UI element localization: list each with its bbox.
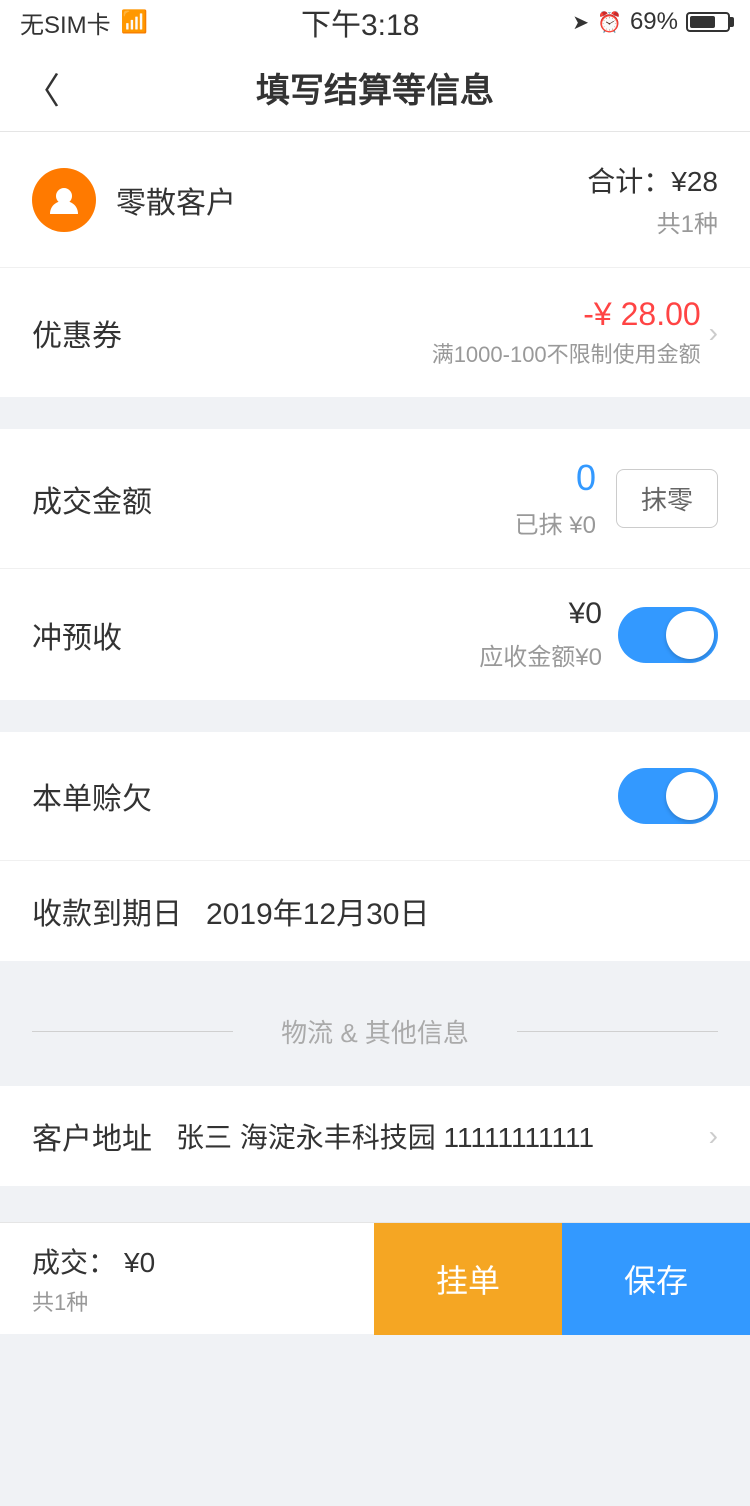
prepay-toggle[interactable] <box>618 607 718 663</box>
deal-amount-value[interactable]: 0 <box>515 457 596 499</box>
prepay-label: 冲预收 <box>32 622 122 655</box>
battery-percent: 69% <box>630 8 678 36</box>
prepay-row: 冲预收 ¥0 应收金额¥0 <box>0 569 750 700</box>
status-bar: 无SIM卡 📶 下午3:18 ➤ ⏰ 69% <box>0 0 750 44</box>
prepay-sub: 应收金额¥0 <box>479 637 602 672</box>
coupon-desc: 满1000-100不限制使用金额 <box>432 337 701 369</box>
bottom-info: 成交： ¥0 共1种 <box>0 1241 374 1317</box>
due-date-value: 2019年12月30日 <box>206 889 429 933</box>
nav-bar: 〈 填写结算等信息 <box>0 44 750 132</box>
deal-amount-card: 成交金额 0 已抹 ¥0 抹零 冲预收 ¥0 <box>0 429 750 700</box>
location-icon: ➤ <box>572 10 589 35</box>
battery-icon <box>686 12 730 32</box>
prepay-amount-block: ¥0 应收金额¥0 <box>479 597 602 672</box>
deal-amount-row: 成交金额 0 已抹 ¥0 抹零 <box>0 429 750 569</box>
debt-toggle-knob <box>666 772 714 820</box>
save-button[interactable]: 保存 <box>562 1223 750 1335</box>
alarm-icon: ⏰ <box>597 10 622 35</box>
back-button[interactable]: 〈 <box>24 62 60 114</box>
header-line-left <box>32 1031 233 1032</box>
deal-amount-right: 0 已抹 ¥0 抹零 <box>515 457 718 540</box>
header-line-right <box>517 1031 718 1032</box>
deal-amount-block: 0 已抹 ¥0 <box>515 457 596 540</box>
debt-card: 本单赊欠 收款到期日 2019年12月30日 <box>0 732 750 961</box>
page-title: 填写结算等信息 <box>256 63 494 112</box>
round-zero-button[interactable]: 抹零 <box>616 469 718 528</box>
status-time: 下午3:18 <box>301 0 419 44</box>
coupon-right: -¥ 28.00 满1000-100不限制使用金额 › <box>432 296 718 369</box>
status-right: ➤ ⏰ 69% <box>572 8 730 36</box>
prepay-right: ¥0 应收金额¥0 <box>479 597 718 672</box>
deal-amount-sub: 已抹 ¥0 <box>515 505 596 540</box>
section-divider-2 <box>0 716 750 732</box>
deal-amount-label: 成交金额 <box>32 477 152 521</box>
status-left: 无SIM卡 📶 <box>20 5 148 40</box>
coupon-value-block: -¥ 28.00 满1000-100不限制使用金额 <box>432 296 701 369</box>
customer-count: 共1种 <box>587 204 718 239</box>
customer-name: 零散客户 <box>116 178 236 222</box>
prepay-block: 冲预收 <box>32 613 122 657</box>
debt-row: 本单赊欠 <box>0 732 750 860</box>
coupon-label: 优惠券 <box>32 311 122 355</box>
debt-toggle[interactable] <box>618 768 718 824</box>
logistics-section: 物流 & 其他信息 <box>0 977 750 1086</box>
customer-card: 零散客户 合计：¥28 共1种 优惠券 -¥ 28.00 满1000-100不限… <box>0 132 750 397</box>
address-chevron-icon: › <box>709 1120 718 1152</box>
customer-row: 零散客户 合计：¥28 共1种 <box>0 132 750 267</box>
prepay-toggle-knob <box>666 611 714 659</box>
address-value: 张三 海淀永丰科技园 11111111111 <box>176 1116 594 1156</box>
bottom-deal-label: 成交： <box>32 1241 116 1281</box>
due-date-label: 收款到期日 <box>32 889 182 933</box>
prepay-amount: ¥0 <box>479 597 602 631</box>
logistics-label: 物流 & 其他信息 <box>281 1013 469 1050</box>
prepay-left: 冲预收 <box>32 613 122 657</box>
customer-right: 合计：¥28 共1种 <box>587 160 718 239</box>
section-divider-1 <box>0 413 750 429</box>
debt-label: 本单赊欠 <box>32 774 152 818</box>
customer-left: 零散客户 <box>32 168 236 232</box>
carrier-label: 无SIM卡 <box>20 5 111 40</box>
logistics-header: 物流 & 其他信息 <box>0 993 750 1070</box>
address-left: 客户地址 张三 海淀永丰科技园 11111111111 <box>32 1114 594 1158</box>
coupon-row[interactable]: 优惠券 -¥ 28.00 满1000-100不限制使用金额 › <box>0 267 750 397</box>
bottom-count: 共1种 <box>32 1285 342 1317</box>
bottom-deal-row: 成交： ¥0 <box>32 1241 342 1281</box>
hang-button[interactable]: 挂单 <box>374 1223 562 1335</box>
bottom-bar: 成交： ¥0 共1种 挂单 保存 <box>0 1222 750 1334</box>
wifi-icon: 📶 <box>121 9 148 35</box>
address-label: 客户地址 <box>32 1114 152 1158</box>
chevron-right-icon: › <box>709 317 718 349</box>
bottom-deal-amount: ¥0 <box>124 1247 155 1279</box>
avatar <box>32 168 96 232</box>
address-row[interactable]: 客户地址 张三 海淀永丰科技园 11111111111 › <box>0 1086 750 1186</box>
due-date-row: 收款到期日 2019年12月30日 <box>0 860 750 961</box>
customer-total: 合计：¥28 <box>587 160 718 200</box>
coupon-amount: -¥ 28.00 <box>432 296 701 333</box>
